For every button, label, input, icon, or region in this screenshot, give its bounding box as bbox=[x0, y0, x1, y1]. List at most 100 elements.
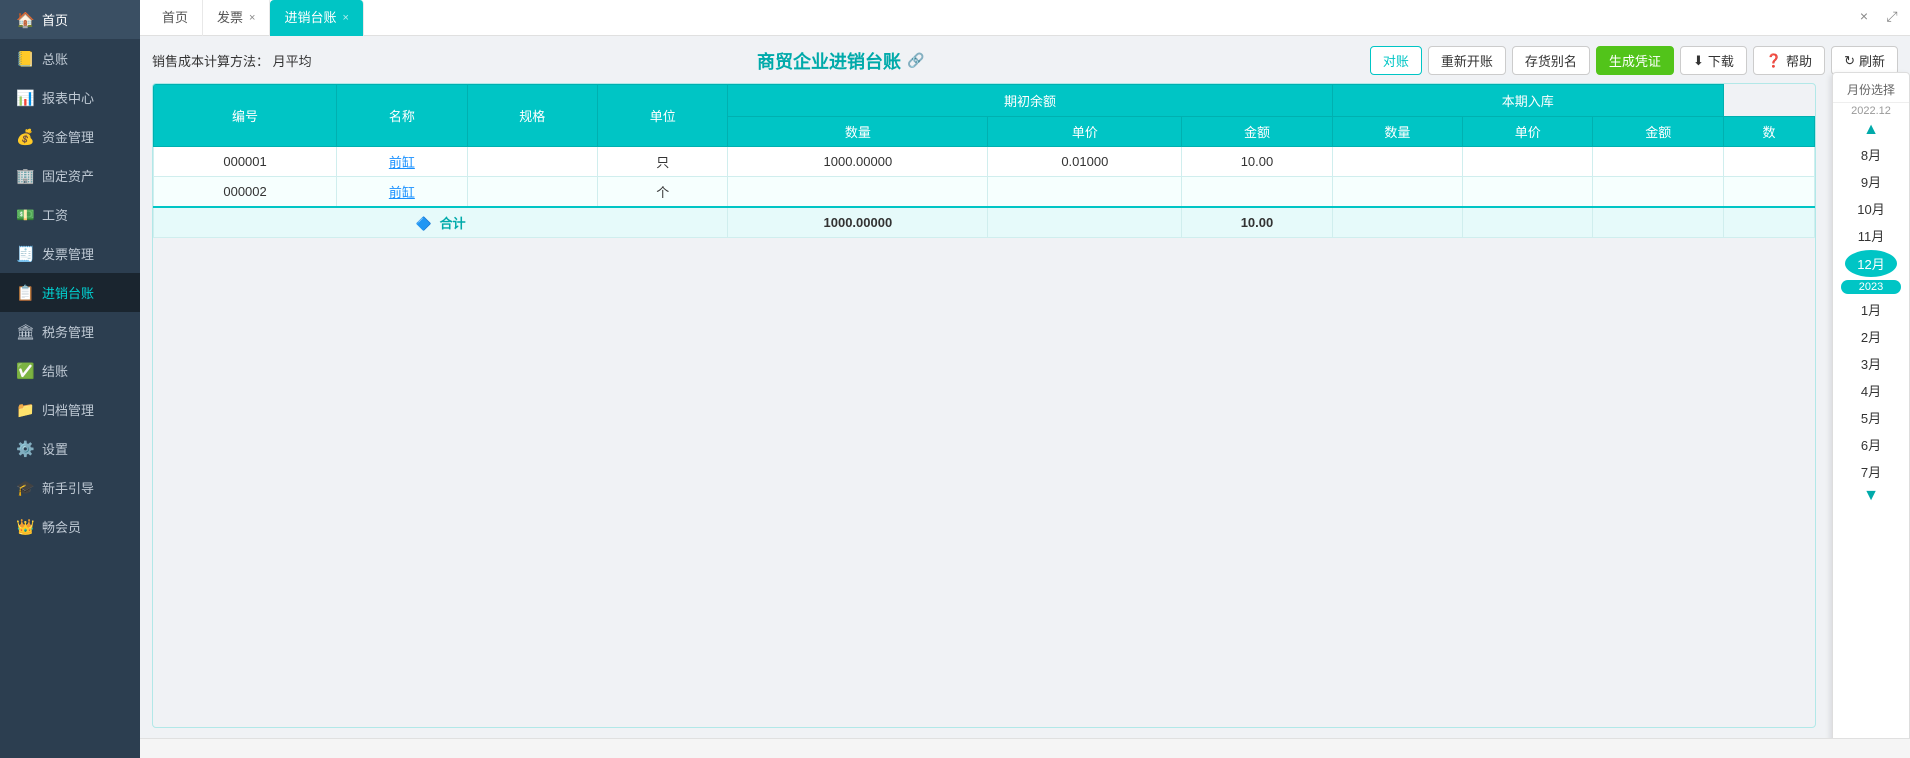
sidebar-item-tax[interactable]: 🏛 税务管理 bbox=[0, 312, 140, 351]
cell-opening-qty: 1000.00000 bbox=[728, 147, 988, 177]
sidebar-item-settings[interactable]: ⚙️ 设置 bbox=[0, 429, 140, 468]
month-scroll-down-button[interactable]: ▼ bbox=[1833, 485, 1898, 507]
cell-spec bbox=[467, 147, 597, 177]
action-buttons: 对账 重新开账 存货别名 生成凭证 ⬇ 下载 ❓ 帮助 ↻ 刷新 bbox=[1370, 46, 1898, 75]
tab-home-label: 首页 bbox=[162, 0, 188, 36]
page-title: 商贸企业进销台账 🔗 bbox=[757, 48, 924, 74]
year-2022-label: 2022.12 bbox=[1833, 103, 1898, 119]
col-id: 编号 bbox=[154, 85, 337, 147]
close-window-button[interactable]: × bbox=[1854, 6, 1874, 26]
tab-purchase-sales[interactable]: 进销台账 × bbox=[270, 0, 363, 36]
month-item-2023-1[interactable]: 1月 bbox=[1833, 296, 1898, 323]
info-icon[interactable]: 🔗 bbox=[907, 52, 924, 69]
sidebar-item-funds[interactable]: 💰 资金管理 bbox=[0, 117, 140, 156]
tab-invoices[interactable]: 发票 × bbox=[203, 0, 270, 36]
settings-icon: ⚙️ bbox=[16, 440, 34, 458]
sidebar-item-label: 总账 bbox=[42, 49, 68, 68]
purchase-sales-table: 编号 名称 规格 单位 期初余额 本期入库 数量 单价 金额 数量 bbox=[153, 84, 1815, 238]
reopen-button[interactable]: 重新开账 bbox=[1428, 46, 1506, 75]
col-name: 名称 bbox=[337, 85, 467, 147]
purchase-sales-icon: 📋 bbox=[16, 284, 34, 302]
sidebar-item-salary[interactable]: 💵 工资 bbox=[0, 195, 140, 234]
tab-invoices-close-icon[interactable]: × bbox=[249, 0, 255, 36]
generate-voucher-button[interactable]: 生成凭证 bbox=[1596, 46, 1674, 75]
sidebar: 🏠 首页 📒 总账 📊 报表中心 💰 资金管理 🏢 固定资产 💵 工资 🧾 发票… bbox=[0, 0, 140, 758]
total-extra bbox=[1723, 207, 1814, 238]
save-alias-button[interactable]: 存货别名 bbox=[1512, 46, 1590, 75]
total-row: 🔷 合计 1000.00000 10.00 bbox=[154, 207, 1815, 238]
year-2023-badge: 2023 bbox=[1841, 280, 1898, 294]
sidebar-item-label: 归档管理 bbox=[42, 400, 94, 419]
month-scroll-up-button[interactable]: ▲ bbox=[1833, 119, 1898, 141]
cell-name: 前缸 bbox=[337, 177, 467, 208]
help-button[interactable]: ❓ 帮助 bbox=[1753, 46, 1825, 75]
member-icon: 👑 bbox=[16, 518, 34, 536]
page-title-text: 商贸企业进销台账 bbox=[757, 48, 901, 74]
sidebar-item-guide[interactable]: 🎓 新手引导 bbox=[0, 468, 140, 507]
assets-icon: 🏢 bbox=[16, 167, 34, 185]
month-item-11[interactable]: 11月 bbox=[1833, 222, 1898, 249]
col-unit: 单位 bbox=[598, 85, 728, 147]
cell-name: 前缸 bbox=[337, 147, 467, 177]
archive-icon: 📁 bbox=[16, 401, 34, 419]
month-item-2023-4[interactable]: 4月 bbox=[1833, 377, 1898, 404]
col-extra: 数 bbox=[1723, 117, 1814, 147]
month-item-2023-5[interactable]: 5月 bbox=[1833, 404, 1898, 431]
month-item-2023-3[interactable]: 3月 bbox=[1833, 350, 1898, 377]
sidebar-item-reports[interactable]: 📊 报表中心 bbox=[0, 78, 140, 117]
sidebar-item-label: 首页 bbox=[42, 10, 68, 29]
month-item-9[interactable]: 9月 bbox=[1833, 168, 1898, 195]
total-opening-amount: 10.00 bbox=[1182, 207, 1332, 238]
month-item-8[interactable]: 8月 bbox=[1833, 141, 1898, 168]
tab-home[interactable]: 首页 bbox=[148, 0, 203, 36]
month-item-2023-6[interactable]: 6月 bbox=[1833, 431, 1898, 458]
cost-method-label: 销售成本计算方法： bbox=[152, 54, 269, 69]
maximize-window-button[interactable]: ⤢ bbox=[1882, 6, 1902, 26]
sidebar-item-invoices[interactable]: 🧾 发票管理 bbox=[0, 234, 140, 273]
cell-in-qty bbox=[1332, 147, 1462, 177]
tabs-bar: 首页 发票 × 进销台账 × bbox=[140, 0, 1910, 36]
cell-in-amount bbox=[1593, 147, 1723, 177]
guide-icon: 🎓 bbox=[16, 479, 34, 497]
sidebar-item-ledger[interactable]: 📒 总账 bbox=[0, 39, 140, 78]
sidebar-item-assets[interactable]: 🏢 固定资产 bbox=[0, 156, 140, 195]
month-item-10[interactable]: 10月 bbox=[1833, 195, 1898, 222]
refresh-icon: ↻ bbox=[1844, 53, 1855, 69]
month-picker-panel: 月份选择 2022.12 ▲ 8月 9月 10月 11月 12月 2023 1月… bbox=[1832, 83, 1898, 728]
home-icon: 🏠 bbox=[16, 11, 34, 29]
month-picker-title: 月份选择 bbox=[1833, 83, 1898, 103]
cell-id: 000002 bbox=[154, 177, 337, 208]
product-name-link[interactable]: 前缸 bbox=[389, 185, 415, 200]
sidebar-item-home[interactable]: 🏠 首页 bbox=[0, 0, 140, 39]
product-name-link[interactable]: 前缸 bbox=[389, 155, 415, 170]
main-area: × ⤢ 首页 发票 × 进销台账 × 销售成本计算方法： 月平均 商贸企业进销台… bbox=[140, 0, 1910, 758]
sidebar-item-close[interactable]: ✅ 结账 bbox=[0, 351, 140, 390]
download-button[interactable]: ⬇ 下载 bbox=[1680, 46, 1747, 75]
bottom-bar bbox=[140, 738, 1910, 758]
cell-opening-price bbox=[988, 177, 1182, 208]
cell-in-price bbox=[1463, 147, 1593, 177]
month-item-12[interactable]: 12月 bbox=[1845, 250, 1897, 277]
sidebar-item-purchase-sales[interactable]: 📋 进销台账 bbox=[0, 273, 140, 312]
total-opening-qty: 1000.00000 bbox=[728, 207, 988, 238]
cell-in-amount bbox=[1593, 177, 1723, 208]
close-books-icon: ✅ bbox=[16, 362, 34, 380]
cell-spec bbox=[467, 177, 597, 208]
duizhang-button[interactable]: 对账 bbox=[1370, 46, 1422, 75]
cell-in-price bbox=[1463, 177, 1593, 208]
cell-unit: 只 bbox=[598, 147, 728, 177]
cell-id: 000001 bbox=[154, 147, 337, 177]
tab-purchase-sales-close-icon[interactable]: × bbox=[342, 0, 348, 36]
sidebar-item-label: 固定资产 bbox=[42, 166, 94, 185]
refresh-button[interactable]: ↻ 刷新 bbox=[1831, 46, 1898, 75]
sidebar-item-label: 报表中心 bbox=[42, 88, 94, 107]
total-in-price bbox=[1463, 207, 1593, 238]
col-in-qty: 数量 bbox=[1332, 117, 1462, 147]
sidebar-item-archive[interactable]: 📁 归档管理 bbox=[0, 390, 140, 429]
month-item-2023-2[interactable]: 2月 bbox=[1833, 323, 1898, 350]
salary-icon: 💵 bbox=[16, 206, 34, 224]
col-spec: 规格 bbox=[467, 85, 597, 147]
sidebar-item-member[interactable]: 👑 畅会员 bbox=[0, 507, 140, 546]
month-item-2023-7[interactable]: 7月 bbox=[1833, 458, 1898, 485]
cost-method-value: 月平均 bbox=[273, 54, 312, 69]
